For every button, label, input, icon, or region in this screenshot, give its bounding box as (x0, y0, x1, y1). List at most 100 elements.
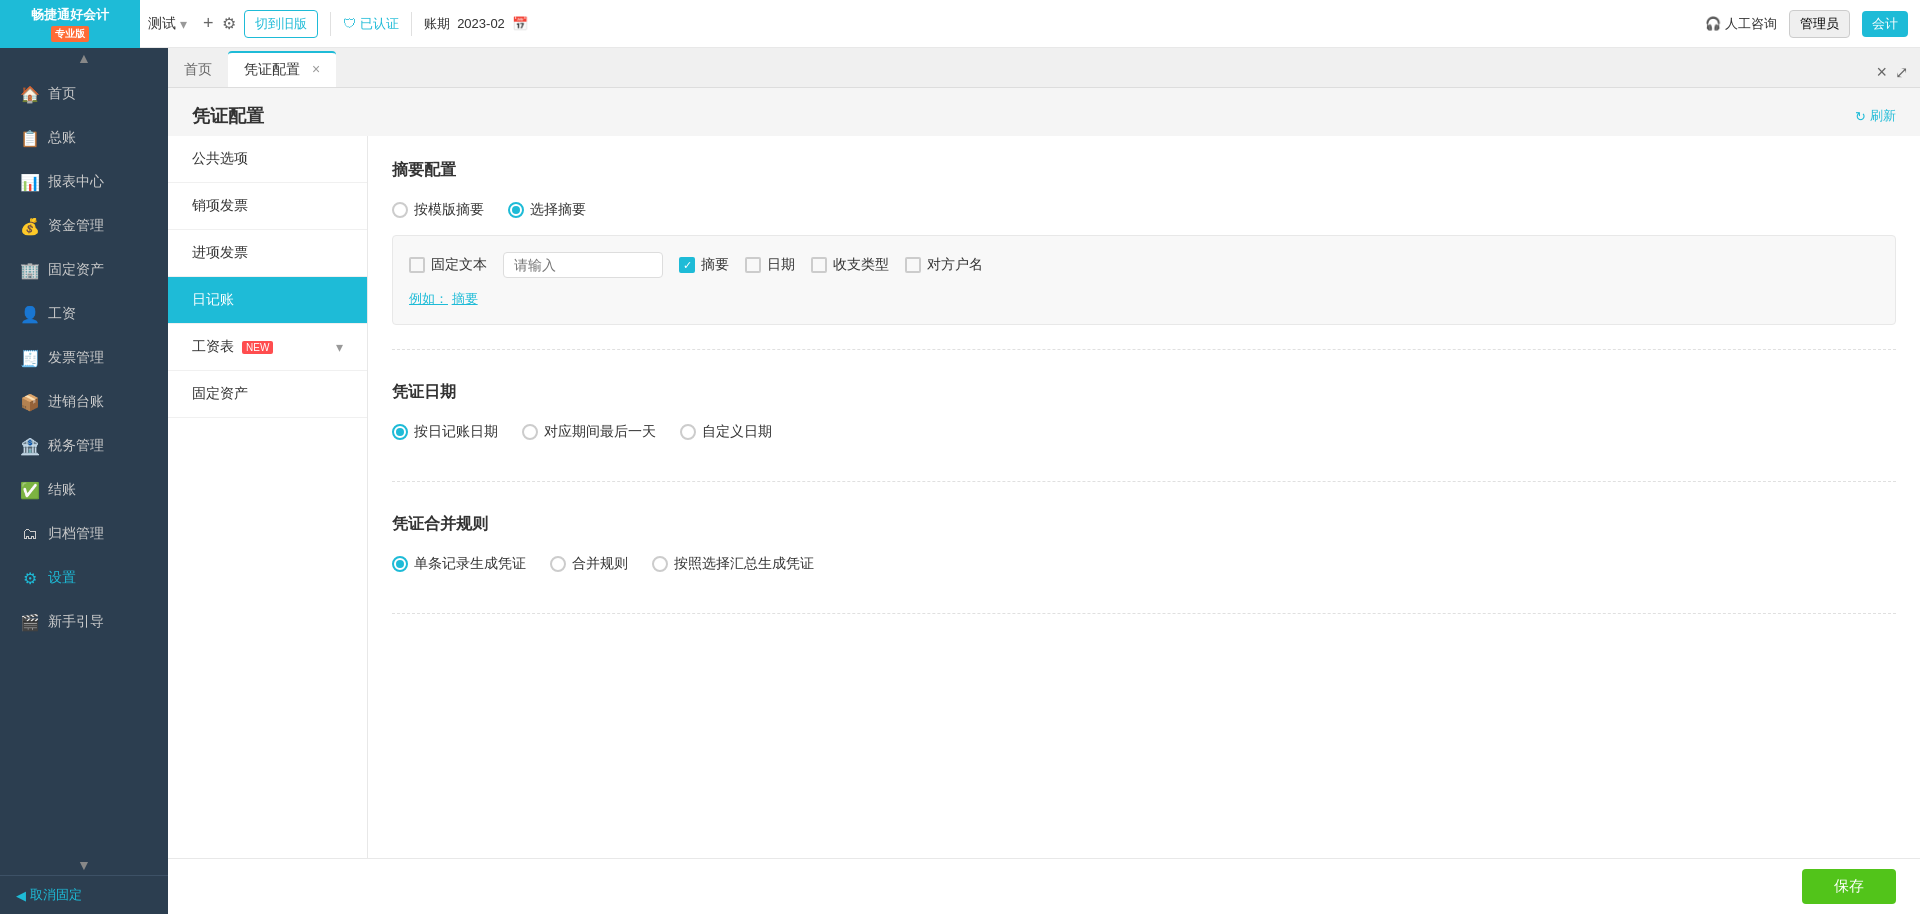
topbar-divider2 (411, 12, 412, 36)
radio-template-summary[interactable]: 按模版摘要 (392, 201, 484, 219)
sidebar-item-salary[interactable]: 👤 工资 (0, 292, 168, 336)
radio-single-label: 单条记录生成凭证 (414, 555, 526, 573)
settings-sidebar-icon: ⚙ (20, 568, 40, 588)
sidebar-label-archive: 归档管理 (48, 525, 104, 543)
radio-journal-date[interactable]: 按日记账日期 (392, 423, 498, 441)
tab-voucher-config[interactable]: 凭证配置 × (228, 51, 336, 87)
sidebar-item-archive[interactable]: 🗂 归档管理 (0, 512, 168, 556)
checkbox-fixed-text[interactable]: 固定文本 (409, 256, 487, 274)
sidebar-scroll-up[interactable]: ▲ (0, 48, 168, 68)
logo-sub: 专业版 (51, 26, 89, 42)
fixed-text-checkbox (409, 257, 425, 273)
counterpart-label: 对方户名 (927, 256, 983, 274)
sidebar-item-purchase-sale[interactable]: 📦 进销台账 (0, 380, 168, 424)
radio-single-record[interactable]: 单条记录生成凭证 (392, 555, 526, 573)
sidebar-item-settings[interactable]: ⚙ 设置 (0, 556, 168, 600)
radio-journal-date-label: 按日记账日期 (414, 423, 498, 441)
counterpart-checkbox (905, 257, 921, 273)
sidebar-item-report[interactable]: 📊 报表中心 (0, 160, 168, 204)
fixed-text-input[interactable] (503, 252, 663, 278)
sidebar-item-invoice-mgr[interactable]: 🧾 发票管理 (0, 336, 168, 380)
merge-section: 凭证合并规则 单条记录生成凭证 合并规则 (392, 514, 1896, 614)
window-close-button[interactable]: × (1876, 62, 1887, 83)
switch-old-version-button[interactable]: 切到旧版 (244, 10, 318, 38)
date-radio-group: 按日记账日期 对应期间最后一天 自定义日期 (392, 423, 1896, 441)
user-button[interactable]: 管理员 (1789, 10, 1850, 38)
tab-home[interactable]: 首页 (168, 53, 228, 87)
summary-checkbox (679, 257, 695, 273)
fixed-text-label: 固定文本 (431, 256, 487, 274)
sidebar-item-fixed-asset[interactable]: 🏢 固定资产 (0, 248, 168, 292)
voucher-nav-payroll[interactable]: 工资表 NEW ▾ (168, 324, 367, 371)
sidebar-item-ledger[interactable]: 📋 总账 (0, 116, 168, 160)
project-chevron-icon[interactable]: ▾ (180, 16, 187, 32)
close-accounts-icon: ✅ (20, 480, 40, 500)
consult-button[interactable]: 🎧 人工咨询 (1705, 15, 1777, 33)
summary-config-box: 固定文本 摘要 日期 (392, 235, 1896, 325)
window-expand-button[interactable]: ⤢ (1895, 63, 1908, 82)
settings-icon[interactable]: ⚙ (222, 14, 236, 33)
summary-checkbox-label: 摘要 (701, 256, 729, 274)
radio-select-merge[interactable]: 按照选择汇总生成凭证 (652, 555, 814, 573)
topbar-right: 🎧 人工咨询 管理员 会计 (1705, 10, 1908, 38)
sidebar-item-home[interactable]: 🏠 首页 (0, 72, 168, 116)
topbar-divider (330, 12, 331, 36)
checkbox-summary[interactable]: 摘要 (679, 256, 729, 274)
voucher-main: 摘要配置 按模版摘要 选择摘要 (368, 136, 1920, 858)
period-label: 账期 (424, 16, 450, 31)
purchase-sale-icon: 📦 (20, 392, 40, 412)
voucher-nav-purchase-invoice[interactable]: 进项发票 (168, 230, 367, 277)
tab-bar-actions: × ⤢ (1864, 62, 1920, 87)
sidebar-label-fixed-asset: 固定资产 (48, 261, 104, 279)
sidebar-scroll-down[interactable]: ▼ (0, 855, 168, 875)
certified-badge: 🛡 已认证 (343, 15, 399, 33)
period-info: 账期 2023-02 📅 (424, 15, 529, 33)
payment-type-label: 收支类型 (833, 256, 889, 274)
voucher-nav-public[interactable]: 公共选项 (168, 136, 367, 183)
checkbox-payment-type[interactable]: 收支类型 (811, 256, 889, 274)
example-value[interactable]: 摘要 (452, 291, 478, 306)
add-icon[interactable]: + (203, 13, 214, 34)
headset-icon: 🎧 (1705, 16, 1721, 31)
radio-custom-date-circle (680, 424, 696, 440)
sidebar: ▲ 🏠 首页 📋 总账 📊 报表中心 💰 资金管理 🏢 固定资产 (0, 48, 168, 914)
example-label: 例如： (409, 291, 448, 306)
arrow-left-icon: ◀ (16, 888, 26, 903)
radio-template-circle (392, 202, 408, 218)
role-button[interactable]: 会计 (1862, 11, 1908, 37)
calendar-icon[interactable]: 📅 (512, 16, 528, 31)
payroll-chevron-icon: ▾ (336, 339, 343, 355)
radio-custom-date[interactable]: 自定义日期 (680, 423, 772, 441)
radio-select-merge-circle (652, 556, 668, 572)
project-name: 测试 ▾ (148, 15, 187, 33)
sidebar-label-guide: 新手引导 (48, 613, 104, 631)
voucher-nav-journal[interactable]: 日记账 (168, 277, 367, 324)
page-title: 凭证配置 (192, 104, 264, 128)
radio-select-summary[interactable]: 选择摘要 (508, 201, 586, 219)
radio-merge-rule[interactable]: 合并规则 (550, 555, 628, 573)
sidebar-item-fund[interactable]: 💰 资金管理 (0, 204, 168, 248)
cancel-fixed-button[interactable]: ◀ 取消固定 (0, 875, 168, 914)
tab-close-button[interactable]: × (312, 61, 320, 77)
salary-icon: 👤 (20, 304, 40, 324)
main-layout: ▲ 🏠 首页 📋 总账 📊 报表中心 💰 资金管理 🏢 固定资产 (0, 48, 1920, 914)
voucher-nav-fixed-asset[interactable]: 固定资产 (168, 371, 367, 418)
radio-period-last-label: 对应期间最后一天 (544, 423, 656, 441)
radio-period-last[interactable]: 对应期间最后一天 (522, 423, 656, 441)
sidebar-item-tax[interactable]: 🏦 税务管理 (0, 424, 168, 468)
save-button[interactable]: 保存 (1802, 869, 1896, 904)
sidebar-item-close[interactable]: ✅ 结账 (0, 468, 168, 512)
merge-radio-group: 单条记录生成凭证 合并规则 按照选择汇总生成凭证 (392, 555, 1896, 573)
radio-merge-circle (550, 556, 566, 572)
topbar-actions: + ⚙ 切到旧版 (203, 10, 318, 38)
checkbox-counterpart[interactable]: 对方户名 (905, 256, 983, 274)
period-value: 2023-02 (457, 16, 505, 31)
consult-label: 人工咨询 (1725, 15, 1777, 33)
refresh-button[interactable]: ↻ 刷新 (1855, 107, 1896, 125)
example-text: 例如： 摘要 (409, 290, 1879, 308)
voucher-nav-sales-invoice[interactable]: 销项发票 (168, 183, 367, 230)
sidebar-item-guide[interactable]: 🎬 新手引导 (0, 600, 168, 644)
radio-merge-label: 合并规则 (572, 555, 628, 573)
payment-type-checkbox (811, 257, 827, 273)
checkbox-date[interactable]: 日期 (745, 256, 795, 274)
